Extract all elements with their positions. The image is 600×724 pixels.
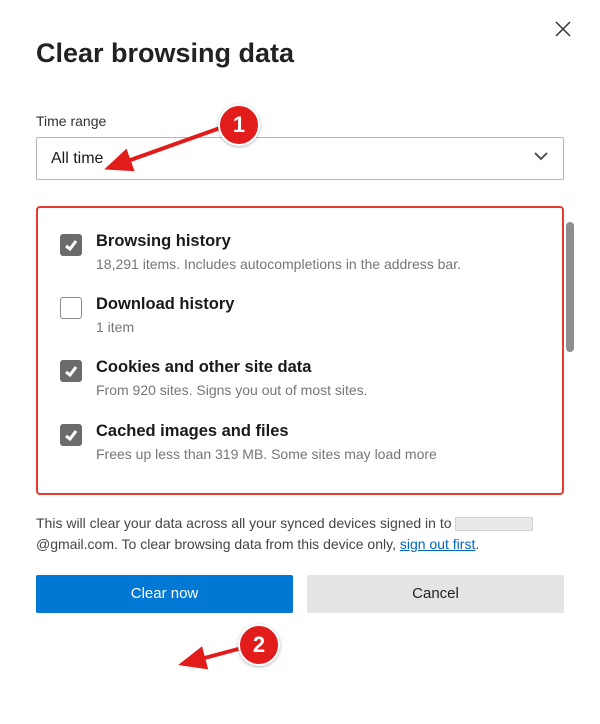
item-cached: Cached images and files Frees up less th… bbox=[38, 414, 532, 477]
item-sub: Frees up less than 319 MB. Some sites ma… bbox=[96, 445, 437, 463]
sync-footnote: This will clear your data across all you… bbox=[36, 513, 564, 555]
cancel-button[interactable]: Cancel bbox=[307, 575, 564, 613]
scrollbar[interactable] bbox=[566, 222, 574, 352]
redacted-email-user bbox=[455, 517, 533, 531]
footnote-pre: This will clear your data across all you… bbox=[36, 515, 455, 531]
item-download-history: Download history 1 item bbox=[38, 287, 532, 350]
close-icon bbox=[554, 20, 572, 43]
item-title: Cookies and other site data bbox=[96, 358, 368, 377]
checkbox-cached[interactable] bbox=[60, 424, 82, 446]
annotation-arrow-2 bbox=[176, 640, 246, 685]
item-sub: 18,291 items. Includes autocompletions i… bbox=[96, 255, 461, 273]
sign-out-link[interactable]: sign out first bbox=[400, 536, 475, 552]
item-title: Cached images and files bbox=[96, 422, 437, 441]
checkbox-download-history[interactable] bbox=[60, 297, 82, 319]
item-sub: From 920 sites. Signs you out of most si… bbox=[96, 381, 368, 399]
annotation-badge-2: 2 bbox=[238, 624, 280, 666]
checkbox-cookies[interactable] bbox=[60, 360, 82, 382]
clear-now-button[interactable]: Clear now bbox=[36, 575, 293, 613]
chevron-down-icon bbox=[533, 148, 549, 169]
annotation-arrow-1 bbox=[102, 120, 222, 185]
item-title: Browsing history bbox=[96, 232, 461, 251]
item-browsing-history: Browsing history 18,291 items. Includes … bbox=[38, 224, 532, 287]
checkbox-browsing-history[interactable] bbox=[60, 234, 82, 256]
item-sub: 1 item bbox=[96, 318, 234, 336]
footnote-email-domain: @gmail.com bbox=[36, 536, 114, 552]
footnote-mid: . To clear browsing data from this devic… bbox=[114, 536, 400, 552]
time-range-value: All time bbox=[51, 150, 103, 168]
item-title: Download history bbox=[96, 295, 234, 314]
annotation-badge-1: 1 bbox=[218, 104, 260, 146]
data-types-list: Browsing history 18,291 items. Includes … bbox=[36, 206, 564, 495]
item-cookies: Cookies and other site data From 920 sit… bbox=[38, 350, 532, 413]
footnote-post: . bbox=[475, 536, 479, 552]
close-button[interactable] bbox=[548, 16, 578, 46]
dialog-title: Clear browsing data bbox=[36, 38, 564, 69]
button-row: Clear now Cancel bbox=[36, 575, 564, 613]
